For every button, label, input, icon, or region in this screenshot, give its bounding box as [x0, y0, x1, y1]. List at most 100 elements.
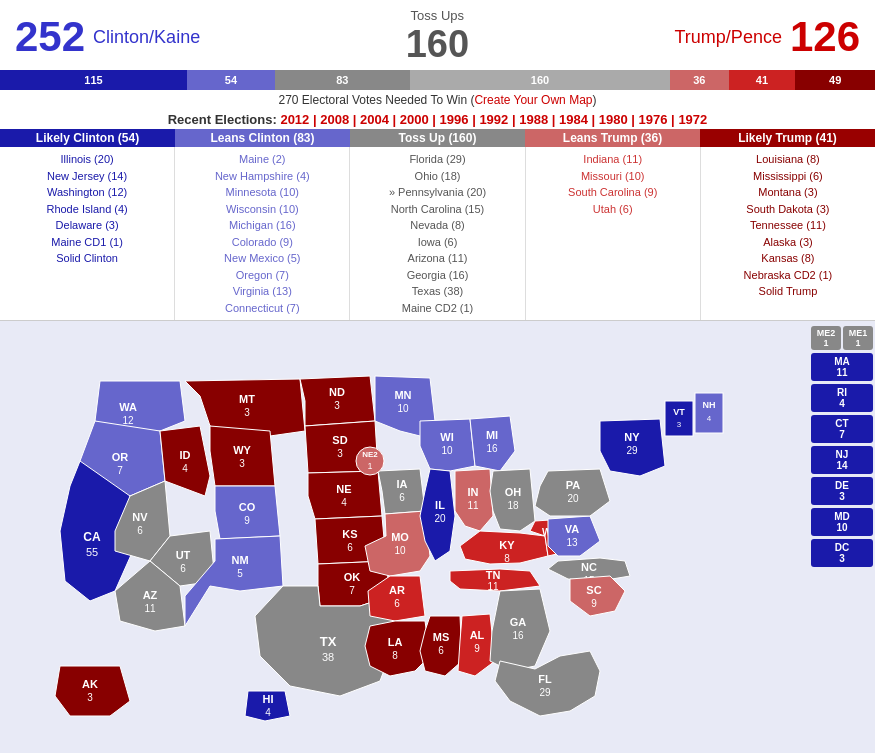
state-ar-label: AR — [389, 584, 405, 596]
state-nebraska-cd2[interactable]: Nebraska CD2 (1) — [707, 267, 869, 284]
trump-name: Trump/Pence — [675, 27, 782, 48]
state-virginia[interactable]: Virginia (13) — [181, 283, 343, 300]
state-missouri[interactable]: Missouri (10) — [532, 168, 694, 185]
sidebar-de[interactable]: DE3 — [811, 477, 873, 505]
state-wisconsin[interactable]: Wisconsin (10) — [181, 201, 343, 218]
state-al-ev: 9 — [474, 643, 480, 654]
year-1976[interactable]: 1976 — [639, 112, 668, 127]
year-1972[interactable]: 1972 — [678, 112, 707, 127]
state-nevada[interactable]: Nevada (8) — [356, 217, 518, 234]
year-2000[interactable]: 2000 — [400, 112, 429, 127]
category-headers: Likely Clinton (54) Leans Clinton (83) T… — [0, 129, 875, 147]
state-iowa[interactable]: Iowa (6) — [356, 234, 518, 251]
state-alaska[interactable]: Alaska (3) — [707, 234, 869, 251]
state-louisiana[interactable]: Louisiana (8) — [707, 151, 869, 168]
state-ak-shape[interactable] — [55, 666, 130, 716]
state-maine-cd1[interactable]: Maine CD1 (1) — [6, 234, 168, 251]
state-nv-ev: 6 — [137, 525, 143, 536]
year-1980[interactable]: 1980 — [599, 112, 628, 127]
state-new-hampshire[interactable]: New Hampshire (4) — [181, 168, 343, 185]
state-new-mexico[interactable]: New Mexico (5) — [181, 250, 343, 267]
state-oregon[interactable]: Oregon (7) — [181, 267, 343, 284]
state-colorado[interactable]: Colorado (9) — [181, 234, 343, 251]
state-south-dakota[interactable]: South Dakota (3) — [707, 201, 869, 218]
state-wy-shape[interactable] — [210, 426, 275, 486]
state-tn-label: TN — [486, 569, 501, 581]
ne2-ev: 1 — [367, 461, 372, 471]
state-kansas[interactable]: Kansas (8) — [707, 250, 869, 267]
state-wy-ev: 3 — [239, 458, 245, 469]
trump-score: 126 — [790, 13, 860, 61]
state-minnesota[interactable]: Minnesota (10) — [181, 184, 343, 201]
state-vt-label: VT — [673, 407, 685, 417]
sidebar-me2[interactable]: ME21 — [811, 326, 841, 350]
state-tennessee[interactable]: Tennessee (11) — [707, 217, 869, 234]
col-leans-trump: Indiana (11) Missouri (10) South Carolin… — [526, 147, 701, 320]
state-in-label: IN — [468, 486, 479, 498]
sidebar-ma[interactable]: MA11 — [811, 353, 873, 381]
solid-trump[interactable]: Solid Trump — [707, 283, 869, 300]
state-tx-label: TX — [320, 634, 337, 649]
state-fl-label: FL — [538, 673, 552, 685]
state-north-carolina[interactable]: North Carolina (15) — [356, 201, 518, 218]
state-ny-ev: 29 — [626, 445, 638, 456]
year-1996[interactable]: 1996 — [440, 112, 469, 127]
state-pa-label: PA — [566, 479, 581, 491]
state-az-label: AZ — [143, 589, 158, 601]
state-ok-label: OK — [344, 571, 361, 583]
state-ms-ev: 6 — [438, 645, 444, 656]
state-id-shape[interactable] — [160, 426, 210, 496]
sidebar-nj[interactable]: NJ14 — [811, 446, 873, 474]
state-utah[interactable]: Utah (6) — [532, 201, 694, 218]
state-sc-shape[interactable] — [570, 576, 625, 616]
state-ky-label: KY — [499, 539, 515, 551]
state-ne-shape[interactable] — [308, 471, 382, 519]
state-michigan[interactable]: Michigan (16) — [181, 217, 343, 234]
state-lists: Illinois (20) New Jersey (14) Washington… — [0, 147, 875, 321]
state-ok-ev: 7 — [349, 585, 355, 596]
sidebar-dc[interactable]: DC3 — [811, 539, 873, 567]
year-2008[interactable]: 2008 — [320, 112, 349, 127]
year-2012[interactable]: 2012 — [280, 112, 309, 127]
state-connecticut[interactable]: Connecticut (7) — [181, 300, 343, 317]
year-2004[interactable]: 2004 — [360, 112, 389, 127]
state-indiana[interactable]: Indiana (11) — [532, 151, 694, 168]
state-tx-ev: 38 — [322, 651, 334, 663]
state-va-shape[interactable] — [548, 516, 600, 556]
sidebar-md[interactable]: MD10 — [811, 508, 873, 536]
year-1988[interactable]: 1988 — [519, 112, 548, 127]
state-id-label: ID — [180, 449, 191, 461]
state-texas[interactable]: Texas (38) — [356, 283, 518, 300]
state-illinois[interactable]: Illinois (20) — [6, 151, 168, 168]
state-or-label: OR — [112, 451, 129, 463]
solid-clinton[interactable]: Solid Clinton — [6, 250, 168, 267]
sidebar-ct[interactable]: CT7 — [811, 415, 873, 443]
state-maine-cd2[interactable]: Maine CD2 (1) — [356, 300, 518, 317]
state-new-jersey[interactable]: New Jersey (14) — [6, 168, 168, 185]
state-nm-ev: 5 — [237, 568, 243, 579]
us-map-svg: WA 12 OR 7 CA 55 ID 4 NV 6 UT 6 AZ 11 MT… — [0, 321, 800, 741]
state-ohio[interactable]: Ohio (18) — [356, 168, 518, 185]
sidebar-ri[interactable]: RI4 — [811, 384, 873, 412]
state-south-carolina[interactable]: South Carolina (9) — [532, 184, 694, 201]
create-map-link[interactable]: Create Your Own Map — [474, 93, 592, 107]
state-washington[interactable]: Washington (12) — [6, 184, 168, 201]
sidebar-me1[interactable]: ME11 — [843, 326, 873, 350]
state-montana[interactable]: Montana (3) — [707, 184, 869, 201]
electoral-map[interactable]: WA 12 OR 7 CA 55 ID 4 NV 6 UT 6 AZ 11 MT… — [0, 321, 875, 753]
state-arizona[interactable]: Arizona (11) — [356, 250, 518, 267]
state-pennsylvania[interactable]: » Pennsylvania (20) — [356, 184, 518, 201]
state-maine[interactable]: Maine (2) — [181, 151, 343, 168]
year-1984[interactable]: 1984 — [559, 112, 588, 127]
cat-toss: Toss Up (160) — [350, 129, 525, 147]
state-florida[interactable]: Florida (29) — [356, 151, 518, 168]
year-1992[interactable]: 1992 — [479, 112, 508, 127]
state-rhode-island[interactable]: Rhode Island (4) — [6, 201, 168, 218]
state-ak-label: AK — [82, 678, 98, 690]
state-mississippi[interactable]: Mississippi (6) — [707, 168, 869, 185]
state-georgia[interactable]: Georgia (16) — [356, 267, 518, 284]
bar-likely-clinton: 115 — [0, 70, 187, 90]
state-oh-label: OH — [505, 486, 522, 498]
state-delaware[interactable]: Delaware (3) — [6, 217, 168, 234]
state-nh-shape[interactable] — [695, 393, 723, 433]
